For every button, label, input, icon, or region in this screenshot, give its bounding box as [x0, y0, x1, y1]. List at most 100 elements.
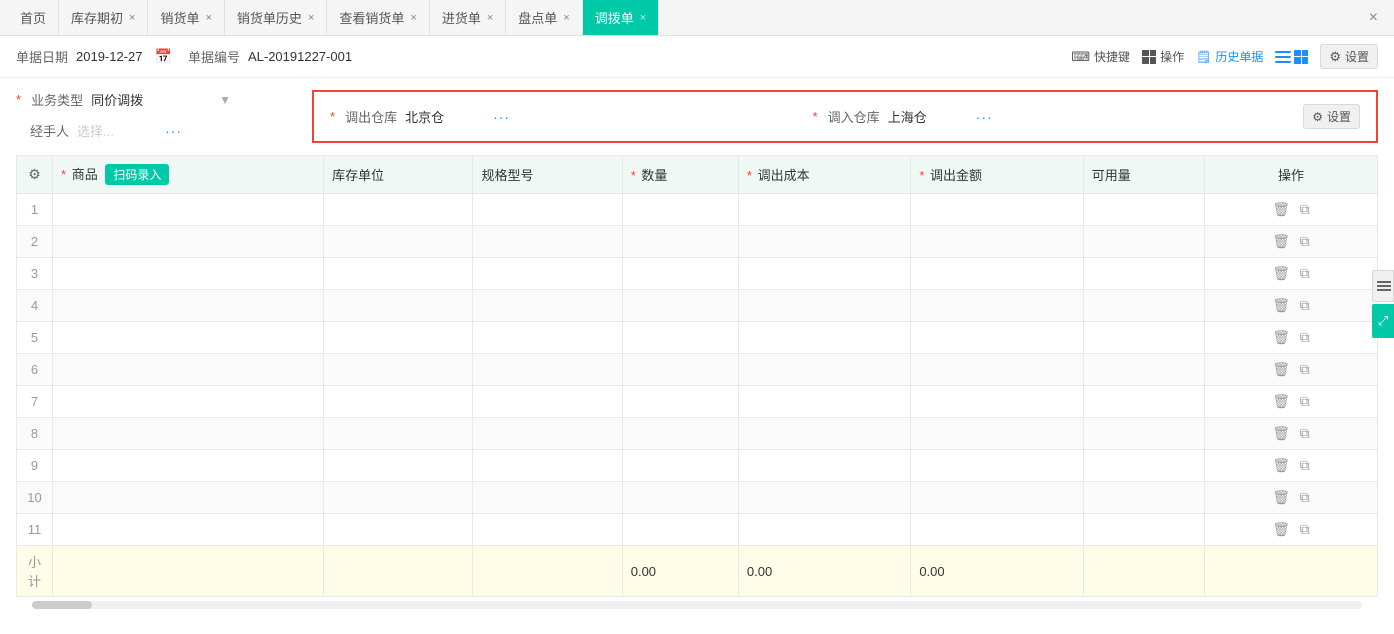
- cost-cell[interactable]: [738, 514, 910, 546]
- qty-cell[interactable]: [622, 418, 738, 450]
- horizontal-scrollbar[interactable]: [32, 601, 1362, 609]
- spec-cell[interactable]: [473, 514, 622, 546]
- copy-icon[interactable]: ⧉: [1300, 521, 1310, 537]
- unit-cell[interactable]: [324, 322, 473, 354]
- form-settings-btn[interactable]: ⚙ 设置: [1303, 104, 1360, 129]
- unit-cell[interactable]: [324, 354, 473, 386]
- unit-cell[interactable]: [324, 226, 473, 258]
- history-btn[interactable]: 🗒 历史单据: [1196, 48, 1263, 65]
- spec-cell[interactable]: [473, 290, 622, 322]
- copy-icon[interactable]: ⧉: [1300, 457, 1310, 473]
- spec-cell[interactable]: [473, 194, 622, 226]
- delete-icon[interactable]: 🗑: [1272, 457, 1290, 473]
- handler-more-icon[interactable]: ···: [165, 123, 182, 139]
- amount-cell[interactable]: [911, 258, 1083, 290]
- qty-cell[interactable]: [622, 290, 738, 322]
- window-close-button[interactable]: ×: [1361, 9, 1386, 27]
- copy-icon[interactable]: ⧉: [1300, 425, 1310, 441]
- delete-icon[interactable]: 🗑: [1272, 361, 1290, 377]
- delete-icon[interactable]: 🗑: [1272, 489, 1290, 505]
- available-cell[interactable]: [1083, 258, 1204, 290]
- tab-sales-order[interactable]: 销货单 ×: [148, 0, 224, 35]
- copy-icon[interactable]: ⧉: [1300, 201, 1310, 217]
- cost-cell[interactable]: [738, 226, 910, 258]
- cost-cell[interactable]: [738, 322, 910, 354]
- side-expand-btn[interactable]: ⤢: [1372, 304, 1394, 338]
- spec-cell[interactable]: [473, 354, 622, 386]
- unit-cell[interactable]: [324, 482, 473, 514]
- spec-cell[interactable]: [473, 418, 622, 450]
- handler-placeholder[interactable]: 选择...: [77, 121, 157, 140]
- delete-icon[interactable]: 🗑: [1272, 393, 1290, 409]
- available-cell[interactable]: [1083, 290, 1204, 322]
- settings-btn[interactable]: ⚙ 设置: [1320, 44, 1378, 69]
- qty-cell[interactable]: [622, 322, 738, 354]
- unit-cell[interactable]: [324, 418, 473, 450]
- copy-icon[interactable]: ⧉: [1300, 265, 1310, 281]
- amount-cell[interactable]: [911, 418, 1083, 450]
- copy-icon[interactable]: ⧉: [1300, 489, 1310, 505]
- tab-purchase-order[interactable]: 进货单 ×: [430, 0, 506, 35]
- th-settings[interactable]: ⚙: [17, 156, 53, 194]
- cost-cell[interactable]: [738, 386, 910, 418]
- amount-cell[interactable]: [911, 514, 1083, 546]
- tab-view-sales-close[interactable]: ×: [410, 12, 416, 24]
- cost-cell[interactable]: [738, 194, 910, 226]
- available-cell[interactable]: [1083, 354, 1204, 386]
- tab-purchase-order-close[interactable]: ×: [487, 12, 493, 24]
- amount-cell[interactable]: [911, 450, 1083, 482]
- available-cell[interactable]: [1083, 226, 1204, 258]
- product-cell[interactable]: [53, 290, 324, 322]
- unit-cell[interactable]: [324, 194, 473, 226]
- product-cell[interactable]: [53, 386, 324, 418]
- cost-cell[interactable]: [738, 418, 910, 450]
- amount-cell[interactable]: [911, 482, 1083, 514]
- qty-cell[interactable]: [622, 354, 738, 386]
- available-cell[interactable]: [1083, 418, 1204, 450]
- available-cell[interactable]: [1083, 514, 1204, 546]
- copy-icon[interactable]: ⧉: [1300, 297, 1310, 313]
- table-settings-icon[interactable]: ⚙: [28, 166, 41, 182]
- side-list-btn[interactable]: [1372, 270, 1394, 302]
- shortcuts-btn[interactable]: ⌨ 快捷键: [1071, 48, 1130, 65]
- qty-cell[interactable]: [622, 194, 738, 226]
- tab-view-sales[interactable]: 查看销货单 ×: [327, 0, 429, 35]
- available-cell[interactable]: [1083, 322, 1204, 354]
- product-cell[interactable]: [53, 258, 324, 290]
- amount-cell[interactable]: [911, 354, 1083, 386]
- available-cell[interactable]: [1083, 194, 1204, 226]
- product-cell[interactable]: [53, 482, 324, 514]
- product-cell[interactable]: [53, 226, 324, 258]
- amount-cell[interactable]: [911, 322, 1083, 354]
- tab-inventory-init[interactable]: 库存期初 ×: [59, 0, 148, 35]
- product-cell[interactable]: [53, 322, 324, 354]
- layout-grid-icon[interactable]: [1294, 50, 1308, 64]
- scrollbar-thumb[interactable]: [32, 601, 92, 609]
- delete-icon[interactable]: 🗑: [1272, 425, 1290, 441]
- delete-icon[interactable]: 🗑: [1272, 265, 1290, 281]
- tab-home[interactable]: 首页: [8, 0, 59, 35]
- delete-icon[interactable]: 🗑: [1272, 521, 1290, 537]
- cost-cell[interactable]: [738, 482, 910, 514]
- tab-inventory-init-close[interactable]: ×: [129, 12, 135, 24]
- qty-cell[interactable]: [622, 514, 738, 546]
- copy-icon[interactable]: ⧉: [1300, 361, 1310, 377]
- copy-icon[interactable]: ⧉: [1300, 233, 1310, 249]
- product-cell[interactable]: [53, 194, 324, 226]
- product-cell[interactable]: [53, 418, 324, 450]
- scan-btn[interactable]: 扫码录入: [105, 164, 169, 185]
- cost-cell[interactable]: [738, 450, 910, 482]
- spec-cell[interactable]: [473, 226, 622, 258]
- qty-cell[interactable]: [622, 482, 738, 514]
- delete-icon[interactable]: 🗑: [1272, 201, 1290, 217]
- available-cell[interactable]: [1083, 450, 1204, 482]
- cost-cell[interactable]: [738, 354, 910, 386]
- delete-icon[interactable]: 🗑: [1272, 297, 1290, 313]
- spec-cell[interactable]: [473, 450, 622, 482]
- cost-cell[interactable]: [738, 290, 910, 322]
- cost-cell[interactable]: [738, 258, 910, 290]
- unit-cell[interactable]: [324, 290, 473, 322]
- copy-icon[interactable]: ⧉: [1300, 393, 1310, 409]
- spec-cell[interactable]: [473, 258, 622, 290]
- spec-cell[interactable]: [473, 386, 622, 418]
